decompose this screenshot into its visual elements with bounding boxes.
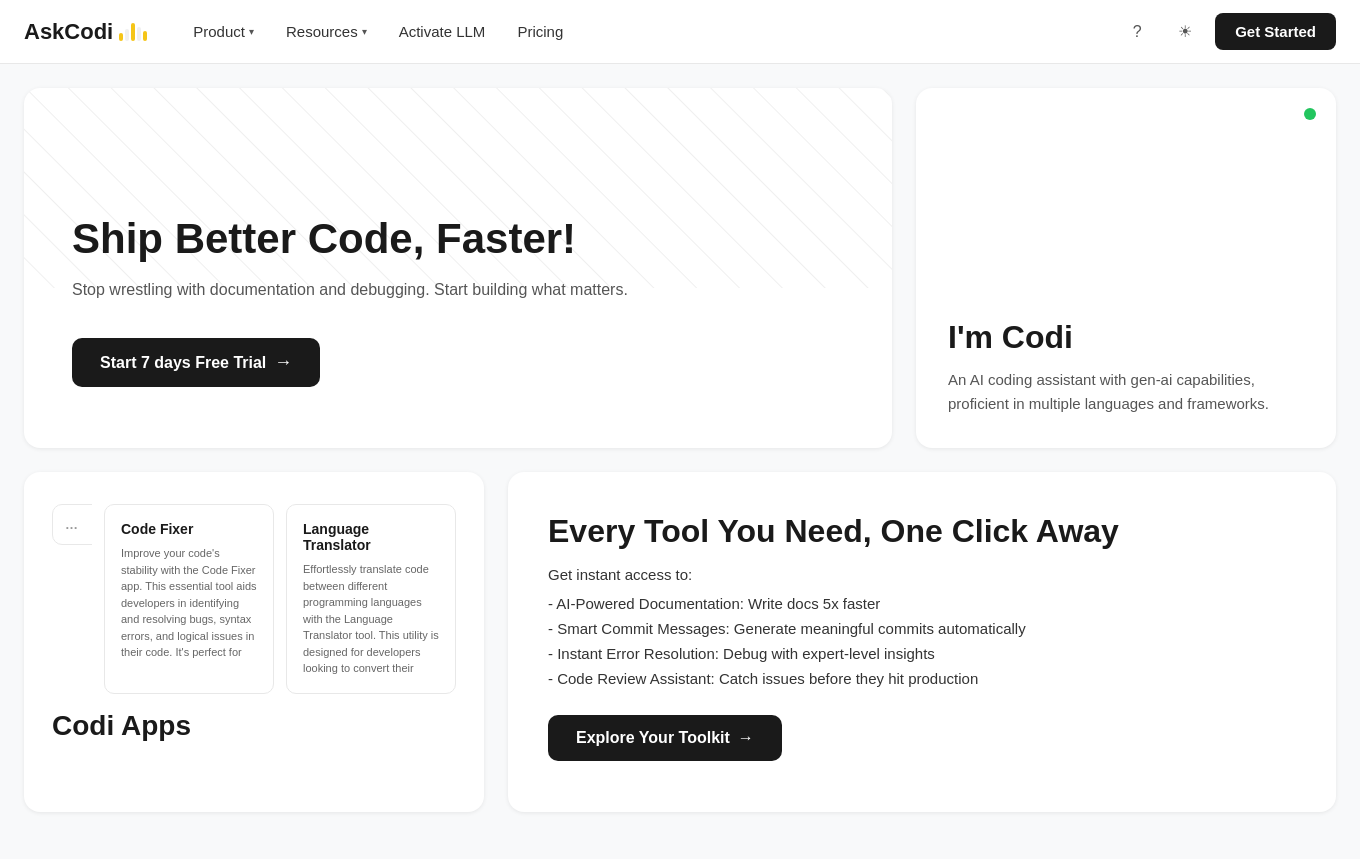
toolkit-title: Every Tool You Need, One Click Away <box>548 512 1296 550</box>
toolkit-item-4: - Code Review Assistant: Catch issues be… <box>548 670 1296 687</box>
get-started-button[interactable]: Get Started <box>1215 13 1336 50</box>
partial-card-text: … <box>65 517 92 532</box>
logo-bar-1 <box>119 33 123 41</box>
help-icon: ? <box>1133 23 1142 41</box>
codi-description: An AI coding assistant with gen-ai capab… <box>948 368 1304 416</box>
code-fixer-title: Code Fixer <box>121 521 257 537</box>
toolkit-intro: Get instant access to: <box>548 566 1296 583</box>
explore-toolkit-button[interactable]: Explore Your Toolkit → <box>548 715 782 761</box>
hero-subtitle: Stop wrestling with documentation and de… <box>72 278 844 302</box>
nav-product[interactable]: Product ▾ <box>179 15 268 48</box>
codi-card: I'm Codi An AI coding assistant with gen… <box>916 88 1336 448</box>
nav-activate-llm[interactable]: Activate LLM <box>385 15 500 48</box>
chevron-down-icon-2: ▾ <box>362 26 367 37</box>
trial-button[interactable]: Start 7 days Free Trial → <box>72 338 320 387</box>
nav-resources[interactable]: Resources ▾ <box>272 15 381 48</box>
toolkit-list: - AI-Powered Documentation: Write docs 5… <box>548 595 1296 687</box>
apps-card: … Code Fixer Improve your code's stabili… <box>24 472 484 812</box>
chevron-down-icon: ▾ <box>249 26 254 37</box>
partial-app-card: … <box>52 504 92 545</box>
codi-name: I'm Codi <box>948 319 1304 356</box>
hero-title: Ship Better Code, Faster! <box>72 216 844 262</box>
toolkit-item-1: - AI-Powered Documentation: Write docs 5… <box>548 595 1296 612</box>
theme-toggle-button[interactable]: ☀ <box>1167 14 1203 50</box>
toolkit-item-3: - Instant Error Resolution: Debug with e… <box>548 645 1296 662</box>
code-fixer-desc: Improve your code's stability with the C… <box>121 545 257 661</box>
nav-pricing-label: Pricing <box>517 23 563 40</box>
nav-pricing[interactable]: Pricing <box>503 15 577 48</box>
nav-product-label: Product <box>193 23 245 40</box>
help-button[interactable]: ? <box>1119 14 1155 50</box>
nav-links: Product ▾ Resources ▾ Activate LLM Prici… <box>179 15 1119 48</box>
code-fixer-card: Code Fixer Improve your code's stability… <box>104 504 274 694</box>
top-row: Ship Better Code, Faster! Stop wrestling… <box>24 88 1336 448</box>
hero-content: Ship Better Code, Faster! Stop wrestling… <box>72 216 844 387</box>
logo-link[interactable]: AskCodi <box>24 19 147 45</box>
nav-actions: ? ☀ Get Started <box>1119 13 1336 50</box>
nav-activate-llm-label: Activate LLM <box>399 23 486 40</box>
main-content: Ship Better Code, Faster! Stop wrestling… <box>0 64 1360 844</box>
toolkit-item-2: - Smart Commit Messages: Generate meanin… <box>548 620 1296 637</box>
logo-bar-4 <box>137 27 141 41</box>
online-status-dot <box>1304 108 1316 120</box>
language-translator-title: Language Translator <box>303 521 439 553</box>
toolkit-card: Every Tool You Need, One Click Away Get … <box>508 472 1336 812</box>
theme-icon: ☀ <box>1178 22 1192 41</box>
explore-toolkit-label: Explore Your Toolkit <box>576 729 730 747</box>
partial-app-card-wrapper: … <box>52 504 92 694</box>
apps-cards-row: … Code Fixer Improve your code's stabili… <box>52 504 456 694</box>
logo-bar-2 <box>125 29 129 41</box>
logo-text: AskCodi <box>24 19 113 45</box>
logo-bars <box>119 23 147 41</box>
language-translator-desc: Effortlessly translate code between diff… <box>303 561 439 677</box>
nav-resources-label: Resources <box>286 23 358 40</box>
navbar: AskCodi Product ▾ Resources ▾ Activate L… <box>0 0 1360 64</box>
language-translator-card: Language Translator Effortlessly transla… <box>286 504 456 694</box>
arrow-icon: → <box>274 352 292 373</box>
apps-section-label: Codi Apps <box>52 710 456 742</box>
trial-button-label: Start 7 days Free Trial <box>100 354 266 372</box>
explore-arrow-icon: → <box>738 729 754 747</box>
logo-bar-5 <box>143 31 147 41</box>
logo-bar-3 <box>131 23 135 41</box>
bottom-row: … Code Fixer Improve your code's stabili… <box>24 472 1336 812</box>
hero-card: Ship Better Code, Faster! Stop wrestling… <box>24 88 892 448</box>
